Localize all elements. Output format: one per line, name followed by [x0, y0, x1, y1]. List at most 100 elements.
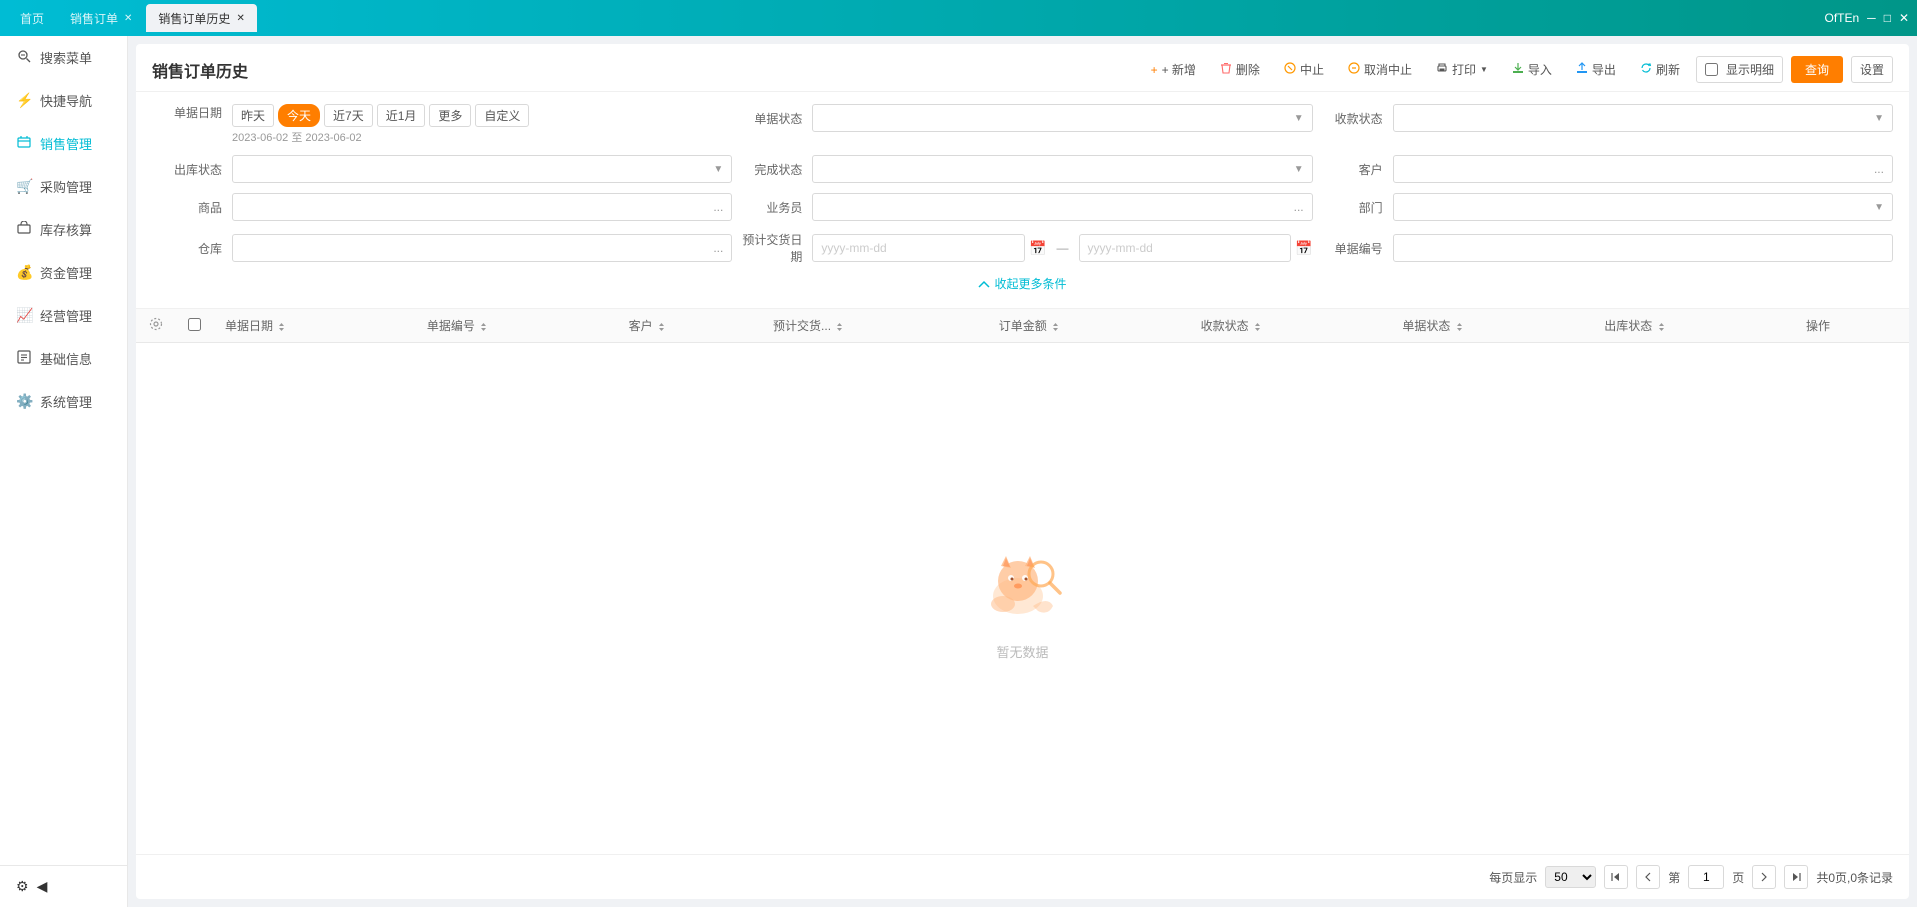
import-label: 导入 — [1528, 61, 1552, 78]
delivery-date-start[interactable]: yyyy-mm-dd — [812, 234, 1025, 262]
sidebar-settings-icon[interactable]: ⚙ — [16, 878, 29, 895]
th-stock-status[interactable]: 出库状态 — [1592, 309, 1794, 343]
date-sort-icon[interactable] — [278, 322, 285, 332]
pagination: 每页显示 50 10 20 100 第 页 — [136, 854, 1909, 899]
sidebar-item-purchase-mgmt[interactable]: 🛒 采购管理 — [0, 165, 127, 208]
window-max-btn[interactable]: □ — [1884, 11, 1891, 25]
settings-button[interactable]: 设置 — [1851, 56, 1893, 83]
window-close-btn[interactable]: ✕ — [1899, 11, 1909, 25]
th-payment-status-label: 收款状态 — [1201, 319, 1249, 333]
cancel-stop-button[interactable]: 取消中止 — [1340, 57, 1420, 82]
refresh-button[interactable]: 刷新 — [1632, 57, 1688, 82]
show-detail-checkbox[interactable] — [1705, 63, 1718, 76]
sidebar-item-capital-mgmt[interactable]: 💰 资金管理 — [0, 251, 127, 294]
department-select[interactable]: ▼ — [1393, 193, 1893, 221]
top-bar: 首页 销售订单 ✕ 销售订单历史 ✕ OfTEn ─ □ ✕ — [0, 0, 1917, 36]
tab-sales-order[interactable]: 销售订单 ✕ — [58, 4, 144, 32]
th-settings[interactable] — [136, 309, 176, 343]
date-yesterday-btn[interactable]: 昨天 — [232, 104, 274, 127]
show-detail-checkbox-container[interactable]: 显示明细 — [1696, 56, 1783, 83]
customer-input[interactable]: ... — [1393, 155, 1893, 183]
delivery-date-end[interactable]: yyyy-mm-dd — [1079, 234, 1292, 262]
complete-status-select[interactable]: ▼ — [812, 155, 1312, 183]
export-label: 导出 — [1592, 61, 1616, 78]
delivery-date-sort-icon[interactable] — [836, 322, 843, 332]
table-area: 单据日期 单据编号 — [136, 309, 1909, 854]
export-button[interactable]: 导出 — [1568, 57, 1624, 82]
sidebar-item-search-menu[interactable]: 搜索菜单 — [0, 36, 127, 79]
date-more-btn[interactable]: 更多 — [429, 104, 471, 127]
number-sort-icon[interactable] — [480, 322, 487, 332]
date-today-btn[interactable]: 今天 — [278, 104, 320, 127]
add-button[interactable]: + + 新增 — [1143, 57, 1204, 82]
date-separator: — — [1051, 241, 1075, 255]
amount-sort-icon[interactable] — [1052, 322, 1059, 332]
sidebar-item-ops-mgmt[interactable]: 📈 经营管理 — [0, 294, 127, 337]
salesperson-input[interactable]: ... — [812, 193, 1312, 221]
th-amount[interactable]: 订单金额 — [987, 309, 1189, 343]
sidebar-collapse-icon[interactable]: ◀ — [37, 878, 48, 895]
th-number[interactable]: 单据编号 — [415, 309, 617, 343]
delete-button[interactable]: 删除 — [1212, 57, 1268, 82]
calendar-start-icon[interactable]: 📅 — [1029, 240, 1046, 257]
sidebar-item-sales-mgmt[interactable]: 销售管理 — [0, 122, 127, 165]
capital-mgmt-icon: 💰 — [16, 264, 32, 281]
collapse-row[interactable]: 收起更多条件 — [152, 271, 1893, 296]
tab-sales-order-history[interactable]: 销售订单历史 ✕ — [146, 4, 256, 32]
collapse-label: 收起更多条件 — [994, 275, 1066, 292]
page-number-input[interactable] — [1688, 865, 1724, 889]
order-status-select[interactable]: ▼ — [812, 104, 1312, 132]
sidebar-item-inventory[interactable]: 库存核算 — [0, 208, 127, 251]
customer-label: 客户 — [1313, 161, 1393, 178]
sidebar-item-sys-mgmt[interactable]: ⚙️ 系统管理 — [0, 380, 127, 423]
order-number-input[interactable] — [1393, 234, 1893, 262]
customer-sort-icon[interactable] — [658, 322, 665, 332]
select-all-checkbox[interactable] — [188, 318, 201, 331]
sidebar-bottom: ⚙ ◀ — [0, 865, 127, 907]
purchase-mgmt-icon: 🛒 — [16, 178, 32, 195]
tab-sales-order-label: 销售订单 — [70, 10, 118, 27]
stock-status-sort-icon[interactable] — [1658, 322, 1665, 332]
date-custom-btn[interactable]: 自定义 — [475, 104, 529, 127]
stock-out-status-select[interactable]: ▼ — [232, 155, 732, 183]
th-checkbox[interactable] — [176, 309, 213, 343]
prev-page-btn[interactable] — [1636, 865, 1660, 889]
sidebar-item-basic-info[interactable]: 基础信息 — [0, 337, 127, 380]
th-customer[interactable]: 客户 — [617, 309, 761, 343]
payment-status-select[interactable]: ▼ — [1393, 104, 1893, 132]
filter-area: 单据日期 昨天 今天 近7天 近1月 更多 自定义 2023-06-02 至 2… — [136, 92, 1909, 309]
page-header: 销售订单历史 + + 新增 删除 — [136, 44, 1909, 92]
product-input[interactable]: ... — [232, 193, 732, 221]
calendar-end-icon[interactable]: 📅 — [1295, 240, 1312, 257]
date-7days-btn[interactable]: 近7天 — [324, 104, 373, 127]
stop-button[interactable]: 中止 — [1276, 57, 1332, 82]
page-size-select[interactable]: 50 10 20 100 — [1545, 866, 1596, 888]
first-page-btn[interactable] — [1604, 865, 1628, 889]
refresh-icon — [1640, 62, 1652, 77]
delivery-date-start-placeholder: yyyy-mm-dd — [821, 241, 886, 255]
th-customer-label: 客户 — [629, 319, 653, 333]
th-payment-status[interactable]: 收款状态 — [1189, 309, 1391, 343]
window-min-btn[interactable]: ─ — [1867, 11, 1876, 25]
tab-home-label: 首页 — [20, 10, 44, 27]
query-button[interactable]: 查询 — [1791, 56, 1843, 83]
tab-home[interactable]: 首页 — [8, 4, 56, 32]
sidebar-item-quick-nav[interactable]: ⚡ 快捷导航 — [0, 79, 127, 122]
sidebar-item-search-menu-label: 搜索菜单 — [40, 48, 92, 67]
warehouse-input[interactable]: ... — [232, 234, 732, 262]
sidebar-item-basic-info-label: 基础信息 — [40, 349, 92, 368]
next-page-btn[interactable] — [1752, 865, 1776, 889]
tab-sales-order-history-close[interactable]: ✕ — [236, 13, 244, 24]
import-button[interactable]: 导入 — [1504, 57, 1560, 82]
tab-sales-order-close[interactable]: ✕ — [124, 13, 132, 24]
order-status-sort-icon[interactable] — [1456, 322, 1463, 332]
date-1month-btn[interactable]: 近1月 — [377, 104, 426, 127]
th-delivery-date[interactable]: 预计交货... — [761, 309, 987, 343]
quick-nav-icon: ⚡ — [16, 92, 32, 109]
th-order-status[interactable]: 单据状态 — [1390, 309, 1592, 343]
th-date[interactable]: 单据日期 — [213, 309, 415, 343]
payment-status-sort-icon[interactable] — [1254, 322, 1261, 332]
last-page-btn[interactable] — [1784, 865, 1808, 889]
th-order-status-label: 单据状态 — [1402, 319, 1450, 333]
print-button[interactable]: 打印 ▼ — [1428, 57, 1496, 82]
